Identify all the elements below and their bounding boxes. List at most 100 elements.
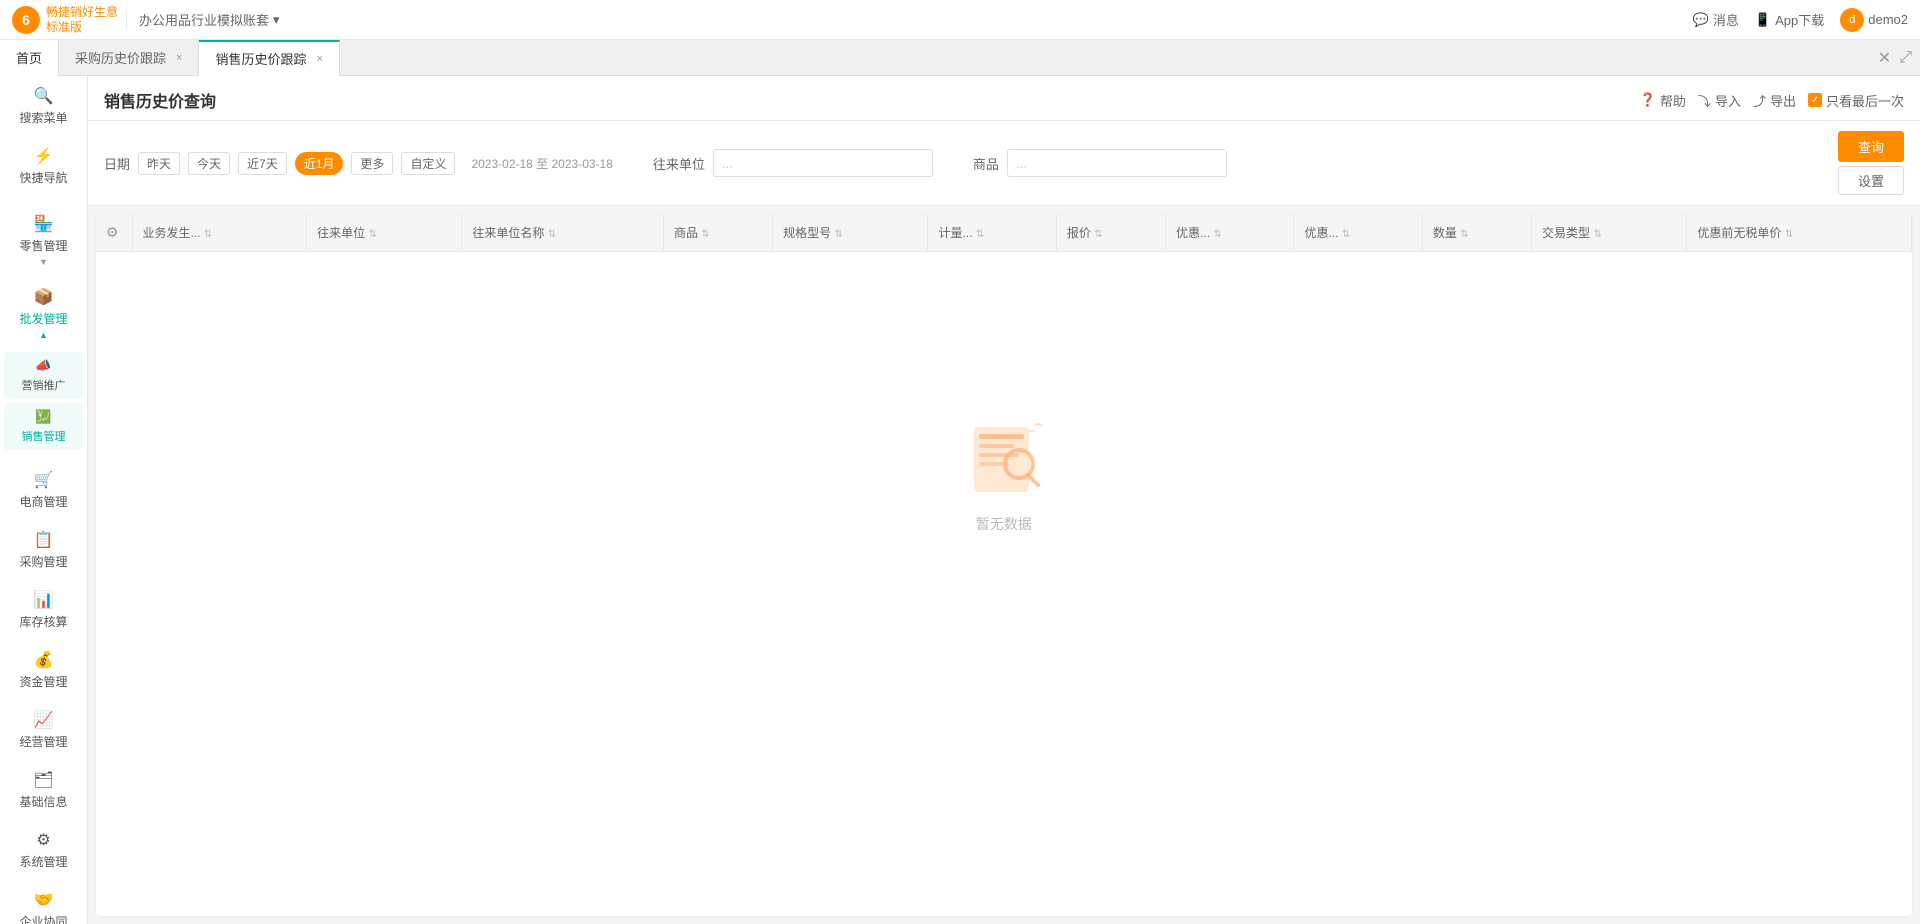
last1m-btn[interactable]: 近1月 <box>295 152 344 175</box>
tab-home[interactable]: 首页 <box>0 40 59 76</box>
system-icon: ⚙ <box>36 830 50 850</box>
chevron-down-icon: ▾ <box>273 12 280 28</box>
sort-icon-trade-type[interactable]: ⇅ <box>1593 229 1601 240</box>
table-settings-icon[interactable]: ⚙ <box>106 224 119 240</box>
yesterday-btn[interactable]: 昨天 <box>138 152 180 175</box>
app-selector-label: 办公用品行业模拟账套 <box>139 10 269 29</box>
search-icon: 🔍 <box>34 86 54 106</box>
tab-sales-close-btn[interactable]: × <box>316 53 322 65</box>
custom-btn[interactable]: 自定义 <box>401 152 455 175</box>
th-partner-code-label: 往来单位 <box>317 226 365 240</box>
user-menu[interactable]: d demo2 <box>1840 8 1908 32</box>
settings-button[interactable]: 设置 <box>1838 166 1904 195</box>
sort-icon-pretax-price[interactable]: ⇅ <box>1785 229 1793 240</box>
export-button[interactable]: ⤴ 导出 <box>1753 91 1796 110</box>
th-discount1-label: 优惠... <box>1176 226 1210 240</box>
chevron-up-icon-wholesale: ▲ <box>39 330 48 340</box>
last-once-checkbox[interactable]: ✓ 只看最后一次 <box>1808 91 1904 110</box>
sidebar-item-basic[interactable]: 🗂 基础信息 <box>4 762 83 818</box>
operation-icon: 📈 <box>34 710 54 730</box>
sidebar-item-sales[interactable]: 💹 销售管理 <box>4 403 83 450</box>
today-btn[interactable]: 今天 <box>188 152 230 175</box>
page-title-row: 销售历史价查询 ❓ 帮助 ⤵ 导入 ⤴ 导出 ✓ <box>104 88 1904 120</box>
th-price: 报价 ⇅ <box>1056 214 1165 252</box>
sidebar-item-retail[interactable]: 🏪 零售管理 ▼ <box>4 206 83 275</box>
sort-icon-discount2[interactable]: ⇅ <box>1342 229 1350 240</box>
th-settings: ⚙ <box>96 214 132 252</box>
sidebar-item-inventory[interactable]: 📊 库存核算 <box>4 582 83 638</box>
basic-icon: 🗂 <box>33 770 53 790</box>
sort-icon-price[interactable]: ⇅ <box>1094 229 1102 240</box>
th-trade-type: 交易类型 ⇅ <box>1532 214 1687 252</box>
sort-icon-quantity[interactable]: ⇅ <box>1460 229 1468 240</box>
help-button[interactable]: ❓ 帮助 <box>1640 91 1686 110</box>
sort-icon-biz-date[interactable]: ⇅ <box>204 229 212 240</box>
sidebar-item-marketing[interactable]: 📣 营销推广 <box>4 352 83 399</box>
sort-icon-partner-code[interactable]: ⇅ <box>368 229 376 240</box>
th-discount1: 优惠... ⇅ <box>1166 214 1294 252</box>
sort-icon-partner-name[interactable]: ⇅ <box>548 229 556 240</box>
sidebar-item-system[interactable]: ⚙ 系统管理 <box>4 822 83 878</box>
app-selector[interactable]: 办公用品行业模拟账套 ▾ <box>126 10 280 29</box>
tab-expand-btn[interactable]: ⤢ <box>1899 49 1912 67</box>
filter-row: 日期 昨天 今天 近7天 近1月 更多 自定义 2023-02-18 至 202… <box>88 121 1920 206</box>
page-title: 销售历史价查询 <box>104 88 216 112</box>
goods-filter-input[interactable]: ... <box>1007 149 1227 177</box>
empty-state: 暂无数据 <box>96 332 1912 614</box>
page-header: 销售历史价查询 ❓ 帮助 ⤵ 导入 ⤴ 导出 ✓ <box>88 76 1920 121</box>
top-bar-left: 6 畅捷销好生意 标准版 办公用品行业模拟账套 ▾ <box>12 5 280 34</box>
sidebar-item-wholesale[interactable]: 📦 批发管理 ▲ <box>4 279 83 348</box>
logo-text: 畅捷销好生意 标准版 <box>46 5 118 34</box>
logo-line1: 畅捷销好生意 <box>46 5 118 19</box>
help-icon: ❓ <box>1640 92 1656 108</box>
query-button[interactable]: 查询 <box>1838 131 1904 162</box>
tab-bar: 首页 采购历史价跟踪 × 销售历史价跟踪 × ✕ ⤢ <box>0 40 1920 76</box>
filter-actions: 查询 设置 <box>1838 131 1904 195</box>
tab-purchase-history[interactable]: 采购历史价跟踪 × <box>59 40 199 76</box>
retail-icon: 🏪 <box>34 214 54 234</box>
sidebar-item-ecommerce[interactable]: 🛒 电商管理 <box>4 462 83 518</box>
inventory-icon: 📊 <box>34 590 54 610</box>
partner-filter-input[interactable]: ... <box>713 149 933 177</box>
date-filter-label: 日期 <box>104 154 130 173</box>
table-head: ⚙ 业务发生... ⇅ 往来单位 ⇅ 往来单位名称 ⇅ <box>96 214 1912 252</box>
tab-purchase-close-btn[interactable]: × <box>176 52 182 64</box>
sidebar-item-ecommerce-label: 电商管理 <box>19 493 67 510</box>
tab-close-all-btn[interactable]: ✕ <box>1878 48 1891 68</box>
sidebar-item-purchase[interactable]: 📋 采购管理 <box>4 522 83 578</box>
sidebar-item-purchase-label: 采购管理 <box>19 553 67 570</box>
sidebar-item-shortcut[interactable]: ⚡ 快捷导航 <box>4 138 83 194</box>
sort-icon-discount1[interactable]: ⇅ <box>1213 229 1221 240</box>
empty-state-row: 暂无数据 <box>96 252 1912 695</box>
sort-icon-unit[interactable]: ⇅ <box>976 229 984 240</box>
last7-btn[interactable]: 近7天 <box>238 152 287 175</box>
import-label: 导入 <box>1715 91 1741 110</box>
sidebar-item-operation[interactable]: 📈 经营管理 <box>4 702 83 758</box>
sidebar-item-search[interactable]: 🔍 搜索菜单 <box>4 78 83 134</box>
sidebar-item-wholesale-label: 批发管理 <box>19 310 67 327</box>
sidebar: 🔍 搜索菜单 ⚡ 快捷导航 🏪 零售管理 ▼ 📦 批发管理 ▲ 📣 营销推广 💹… <box>0 76 88 924</box>
tab-sales-history[interactable]: 销售历史价跟踪 × <box>199 40 339 76</box>
content-area: 销售历史价查询 ❓ 帮助 ⤵ 导入 ⤴ 导出 ✓ <box>88 76 1920 924</box>
empty-text: 暂无数据 <box>976 514 1032 534</box>
wholesale-icon: 📦 <box>34 287 54 307</box>
import-button[interactable]: ⤵ 导入 <box>1698 91 1741 110</box>
download-icon: 📱 <box>1755 12 1771 28</box>
shortcut-icon: ⚡ <box>34 146 54 166</box>
app-download-button[interactable]: 📱 App下载 <box>1755 10 1824 29</box>
th-unit: 计量... ⇅ <box>928 214 1056 252</box>
message-button[interactable]: 💬 消息 <box>1693 10 1739 29</box>
sort-icon-goods[interactable]: ⇅ <box>701 229 709 240</box>
sidebar-item-cooperation-label: 企业协同 <box>19 913 67 924</box>
marketing-icon: 📣 <box>35 358 51 374</box>
logo-icon: 6 <box>12 6 40 34</box>
sidebar-item-search-label: 搜索菜单 <box>19 109 67 126</box>
sidebar-item-cooperation[interactable]: 🤝 企业协同 <box>4 882 83 924</box>
export-label: 导出 <box>1770 91 1796 110</box>
th-price-label: 报价 <box>1067 226 1091 240</box>
th-partner-name: 往来单位名称 ⇅ <box>462 214 664 252</box>
more-btn[interactable]: 更多 <box>351 152 393 175</box>
app-download-label: App下载 <box>1775 10 1824 29</box>
sort-icon-spec[interactable]: ⇅ <box>834 229 842 240</box>
sidebar-item-finance[interactable]: 💰 资金管理 <box>4 642 83 698</box>
